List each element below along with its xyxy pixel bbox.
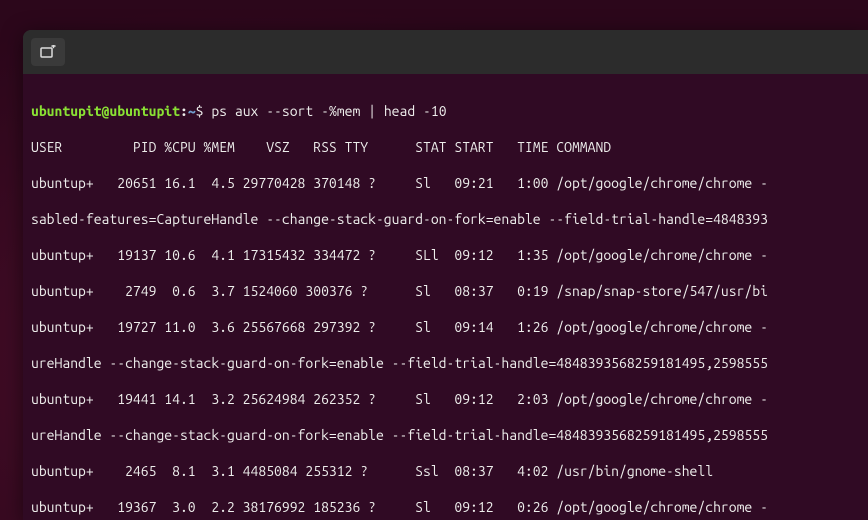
new-tab-button[interactable] [31, 38, 65, 66]
terminal-body[interactable]: ubuntupit@ubuntupit:~$ ps aux --sort -%m… [23, 74, 868, 520]
output-row: ureHandle --change-stack-guard-on-fork=e… [31, 426, 860, 444]
output-row: ubuntup+ 20651 16.1 4.5 29770428 370148 … [31, 174, 860, 192]
command-text: ps aux --sort -%mem | head -10 [204, 103, 447, 119]
output-row: ubuntup+ 19137 10.6 4.1 17315432 334472 … [31, 246, 860, 264]
prompt-user-host: ubuntupit@ubuntupit [31, 103, 180, 119]
output-row: ureHandle --change-stack-guard-on-fork=e… [31, 354, 860, 372]
new-tab-icon [40, 45, 56, 59]
output-header: USER PID %CPU %MEM VSZ RSS TTY STAT STAR… [31, 138, 860, 156]
prompt-path: ~ [188, 103, 196, 119]
output-row: ubuntup+ 19441 14.1 3.2 25624984 262352 … [31, 390, 860, 408]
prompt-line: ubuntupit@ubuntupit:~$ ps aux --sort -%m… [31, 102, 860, 120]
output-row: ubuntup+ 2749 0.6 3.7 1524060 300376 ? S… [31, 282, 860, 300]
output-row: ubuntup+ 19367 3.0 2.2 38176992 185236 ?… [31, 498, 860, 516]
prompt-colon: : [180, 103, 188, 119]
terminal-window: ubuntupit@ubuntupit:~$ ps aux --sort -%m… [23, 30, 868, 520]
output-row: ubuntup+ 2465 8.1 3.1 4485084 255312 ? S… [31, 462, 860, 480]
titlebar [23, 30, 868, 75]
prompt-dollar: $ [196, 103, 204, 119]
output-row: sabled-features=CaptureHandle --change-s… [31, 210, 860, 228]
output-row: ubuntup+ 19727 11.0 3.6 25567668 297392 … [31, 318, 860, 336]
